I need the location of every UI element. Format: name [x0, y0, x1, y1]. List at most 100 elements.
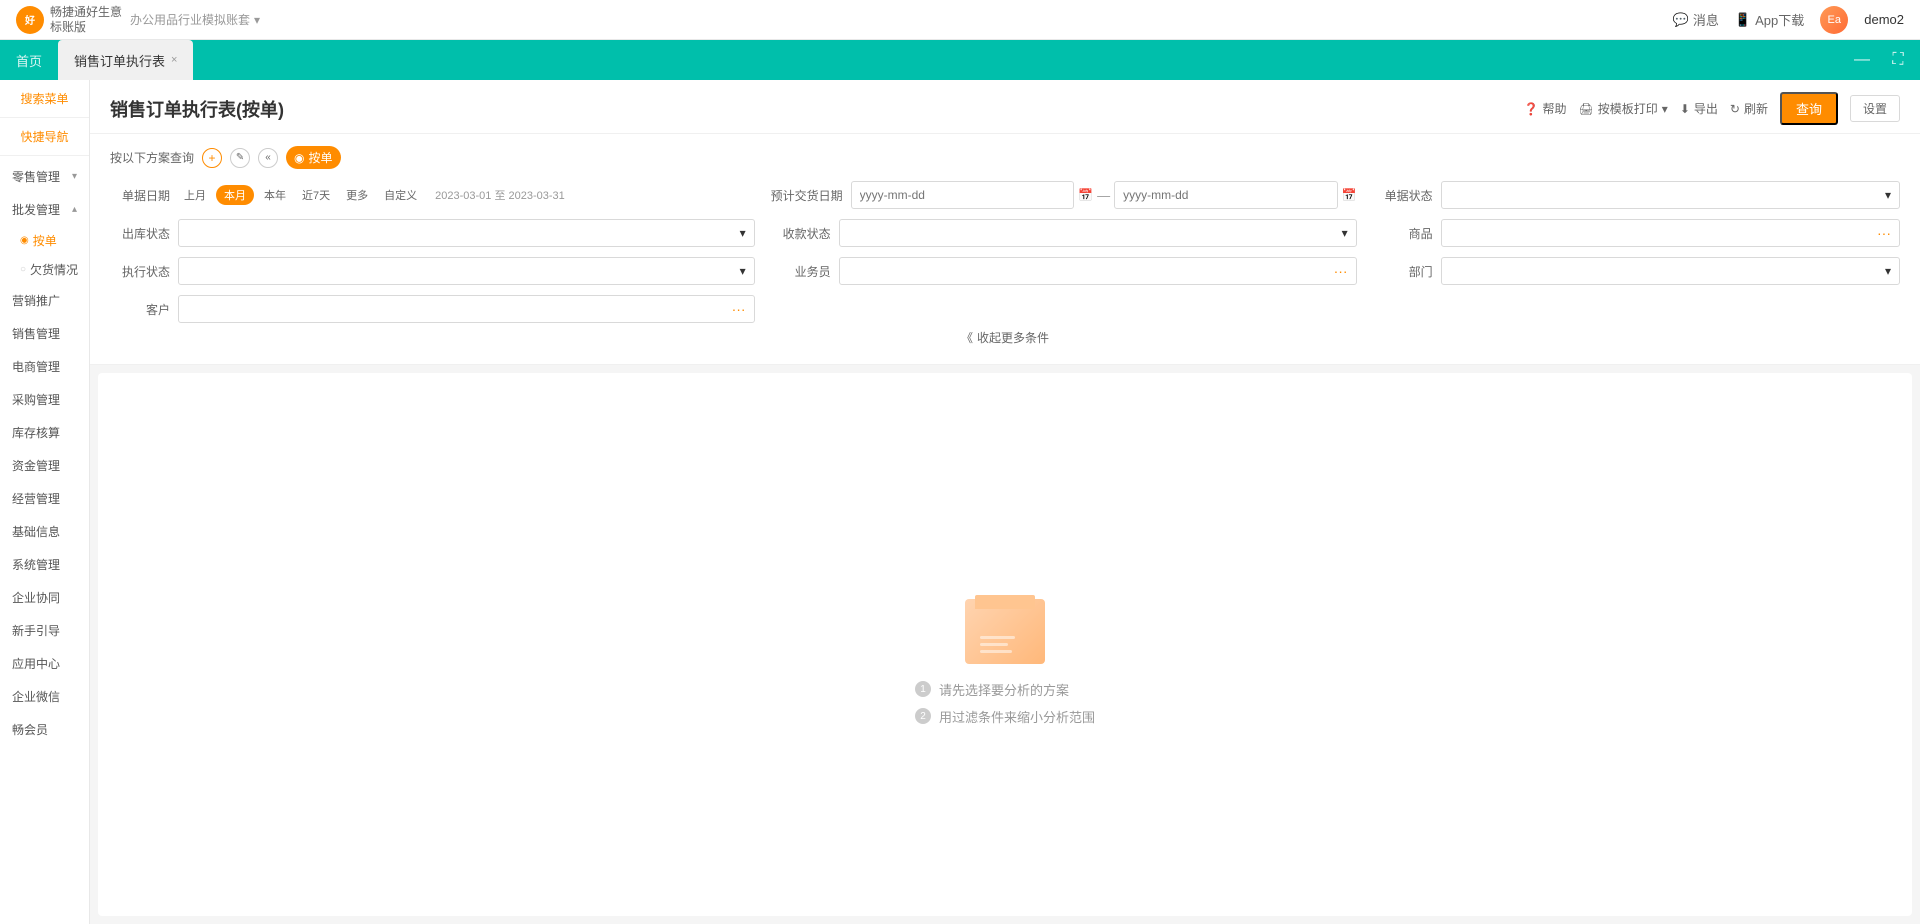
customer-label: 客户: [110, 301, 170, 318]
search-label: 搜索菜单: [20, 92, 68, 106]
tab-fullscreen-btn[interactable]: ⛶: [1884, 46, 1912, 74]
logo-line2: 标账版: [50, 20, 122, 34]
goods-select[interactable]: ···: [1441, 219, 1900, 247]
help-btn[interactable]: ❓ 帮助: [1524, 100, 1567, 117]
business-mgmt-label: 经营管理: [12, 490, 60, 507]
date-range-text: 2023-03-01 至 2023-03-31: [435, 187, 565, 203]
logo-area: 好 畅捷通好生意 标账版: [16, 5, 122, 34]
export-btn[interactable]: ⬇ 导出: [1680, 100, 1718, 117]
expected-start-input[interactable]: [851, 181, 1075, 209]
settings-main-label: 设置: [1863, 100, 1887, 117]
this-year-btn[interactable]: 本年: [258, 185, 292, 205]
print-btn[interactable]: 🖨 按模板打印 ▾: [1579, 100, 1668, 117]
expected-end-input[interactable]: [1114, 181, 1338, 209]
scheme-collapse-btn[interactable]: «: [258, 148, 278, 168]
logo-icon: 好: [16, 6, 44, 34]
filter-item-goods: 商品 ···: [1373, 219, 1900, 247]
sidebar-item-stock-check[interactable]: 库存核算: [0, 416, 89, 449]
box-lid: [975, 595, 1035, 609]
marketing-label: 营销推广: [12, 292, 60, 309]
filter-item-salesperson: 业务员 ···: [771, 257, 1357, 285]
sidebar-item-basic-info[interactable]: 基础信息: [0, 515, 89, 548]
payment-status-select[interactable]: ▾: [839, 219, 1357, 247]
filter-item-payment-status: 收款状态 ▾: [771, 219, 1357, 247]
sidebar-quick-nav[interactable]: 快捷导航: [0, 118, 89, 156]
avatar[interactable]: Ea: [1820, 6, 1848, 34]
collapse-more-btn[interactable]: 《 收起更多条件: [110, 323, 1900, 352]
breadcrumb[interactable]: 办公用品行业模拟账套 ▾: [130, 11, 260, 28]
message-label: 消息: [1693, 10, 1719, 29]
salesperson-select[interactable]: ···: [839, 257, 1357, 285]
sidebar-item-enterprise-collab[interactable]: 企业协同: [0, 581, 89, 614]
logo-line1: 畅捷通好生意: [50, 5, 122, 19]
more-btn[interactable]: 更多: [340, 185, 374, 205]
delivery-status-label: 出库状态: [110, 225, 170, 242]
customer-select[interactable]: ···: [178, 295, 755, 323]
box-line2: [980, 643, 1008, 646]
page-title: 销售订单执行表(按单): [110, 96, 284, 122]
sidebar-item-app-center[interactable]: 应用中心: [0, 647, 89, 680]
page-header: 销售订单执行表(按单) ❓ 帮助 🖨 按模板打印 ▾ ⬇ 导出 ↻ 刷新: [90, 80, 1920, 134]
app-download-action[interactable]: 📱 App下载: [1735, 10, 1804, 29]
sidebar-search[interactable]: 搜索菜单: [0, 80, 89, 118]
app-icon: 📱: [1735, 12, 1751, 28]
sidebar-item-debt[interactable]: ○ 欠货情况: [12, 255, 89, 284]
main-layout: 搜索菜单 快捷导航 零售管理 ▾ 批发管理 ▴ ◉ 按单 ○ 欠货情况: [0, 80, 1920, 924]
sidebar-item-ecom-mgmt[interactable]: 电商管理: [0, 350, 89, 383]
debt-dot: ○: [20, 264, 26, 275]
stock-check-label: 库存核算: [12, 424, 60, 441]
message-action[interactable]: 💬 消息: [1673, 10, 1719, 29]
exec-status-select[interactable]: ▾: [178, 257, 755, 285]
this-month-btn[interactable]: 本月: [216, 185, 254, 205]
scheme-add-btn[interactable]: +: [202, 148, 222, 168]
exec-status-label: 执行状态: [110, 263, 170, 280]
sidebar-item-purchase-mgmt[interactable]: 采购管理: [0, 383, 89, 416]
empty-step-2: 2 用过滤条件来缩小分析范围: [915, 707, 1095, 726]
filter-item-customer: 客户 ···: [110, 295, 755, 323]
new-guide-label: 新手引导: [12, 622, 60, 639]
customer-dots: ···: [732, 301, 746, 317]
filter-item-order-status: 单据状态 ▾: [1373, 181, 1900, 209]
quick-nav-label: 快捷导航: [20, 130, 68, 144]
scheme-edit-btn[interactable]: ✎: [230, 148, 250, 168]
date-shortcuts: 上月 本月 本年 近7天 更多 自定义: [178, 185, 423, 205]
sidebar-item-marketing[interactable]: 营销推广: [0, 284, 89, 317]
sidebar-item-retail-mgmt[interactable]: 零售管理 ▾: [0, 160, 89, 193]
sidebar-item-new-guide[interactable]: 新手引导: [0, 614, 89, 647]
system-mgmt-label: 系统管理: [12, 556, 60, 573]
last-7days-btn[interactable]: 近7天: [296, 185, 336, 205]
tab-home[interactable]: 首页: [0, 40, 58, 80]
sidebar-item-sales-mgmt[interactable]: 销售管理: [0, 317, 89, 350]
tab-close-icon[interactable]: ×: [171, 54, 177, 66]
tab-active[interactable]: 销售订单执行表 ×: [58, 40, 193, 80]
scheme-dot: ◉: [20, 235, 29, 246]
order-status-down: ▾: [1885, 188, 1891, 202]
sidebar-item-scheme[interactable]: ◉ 按单: [12, 226, 89, 255]
sidebar-item-vip[interactable]: 畅会员: [0, 713, 89, 746]
sidebar-item-wholesale-mgmt[interactable]: 批发管理 ▴: [0, 193, 89, 226]
sidebar-item-finance-mgmt[interactable]: 资金管理: [0, 449, 89, 482]
custom-btn[interactable]: 自定义: [378, 185, 423, 205]
date-sep: —: [1097, 188, 1110, 203]
delivery-status-select[interactable]: ▾: [178, 219, 755, 247]
empty-state: 1 请先选择要分析的方案 2 用过滤条件来缩小分析范围: [915, 564, 1095, 726]
dept-select[interactable]: ▾: [1441, 257, 1900, 285]
tab-minimize-btn[interactable]: —: [1848, 46, 1876, 74]
search-main-btn[interactable]: 查询: [1780, 92, 1838, 125]
settings-main-btn[interactable]: 设置: [1850, 95, 1900, 122]
sidebar-item-business-mgmt[interactable]: 经营管理: [0, 482, 89, 515]
refresh-btn[interactable]: ↻ 刷新: [1730, 100, 1768, 117]
sidebar-section: 零售管理 ▾ 批发管理 ▴ ◉ 按单 ○ 欠货情况 营销推广: [0, 156, 89, 750]
scheme-tag-按单[interactable]: ◉ 按单: [286, 146, 341, 169]
sidebar-item-system-mgmt[interactable]: 系统管理: [0, 548, 89, 581]
basic-info-label: 基础信息: [12, 523, 60, 540]
last-month-btn[interactable]: 上月: [178, 185, 212, 205]
step-num-1: 1: [915, 681, 931, 697]
goods-label: 商品: [1373, 225, 1433, 242]
filter-row-1: 单据日期 上月 本月 本年 近7天 更多 自定义 2023-03-01 至 20…: [110, 181, 1900, 209]
tab-active-label: 销售订单执行表: [74, 51, 165, 70]
username: demo2: [1864, 12, 1904, 27]
avatar-text: Ea: [1828, 14, 1841, 26]
sidebar-item-enterprise-wechat[interactable]: 企业微信: [0, 680, 89, 713]
order-status-select[interactable]: ▾: [1441, 181, 1900, 209]
